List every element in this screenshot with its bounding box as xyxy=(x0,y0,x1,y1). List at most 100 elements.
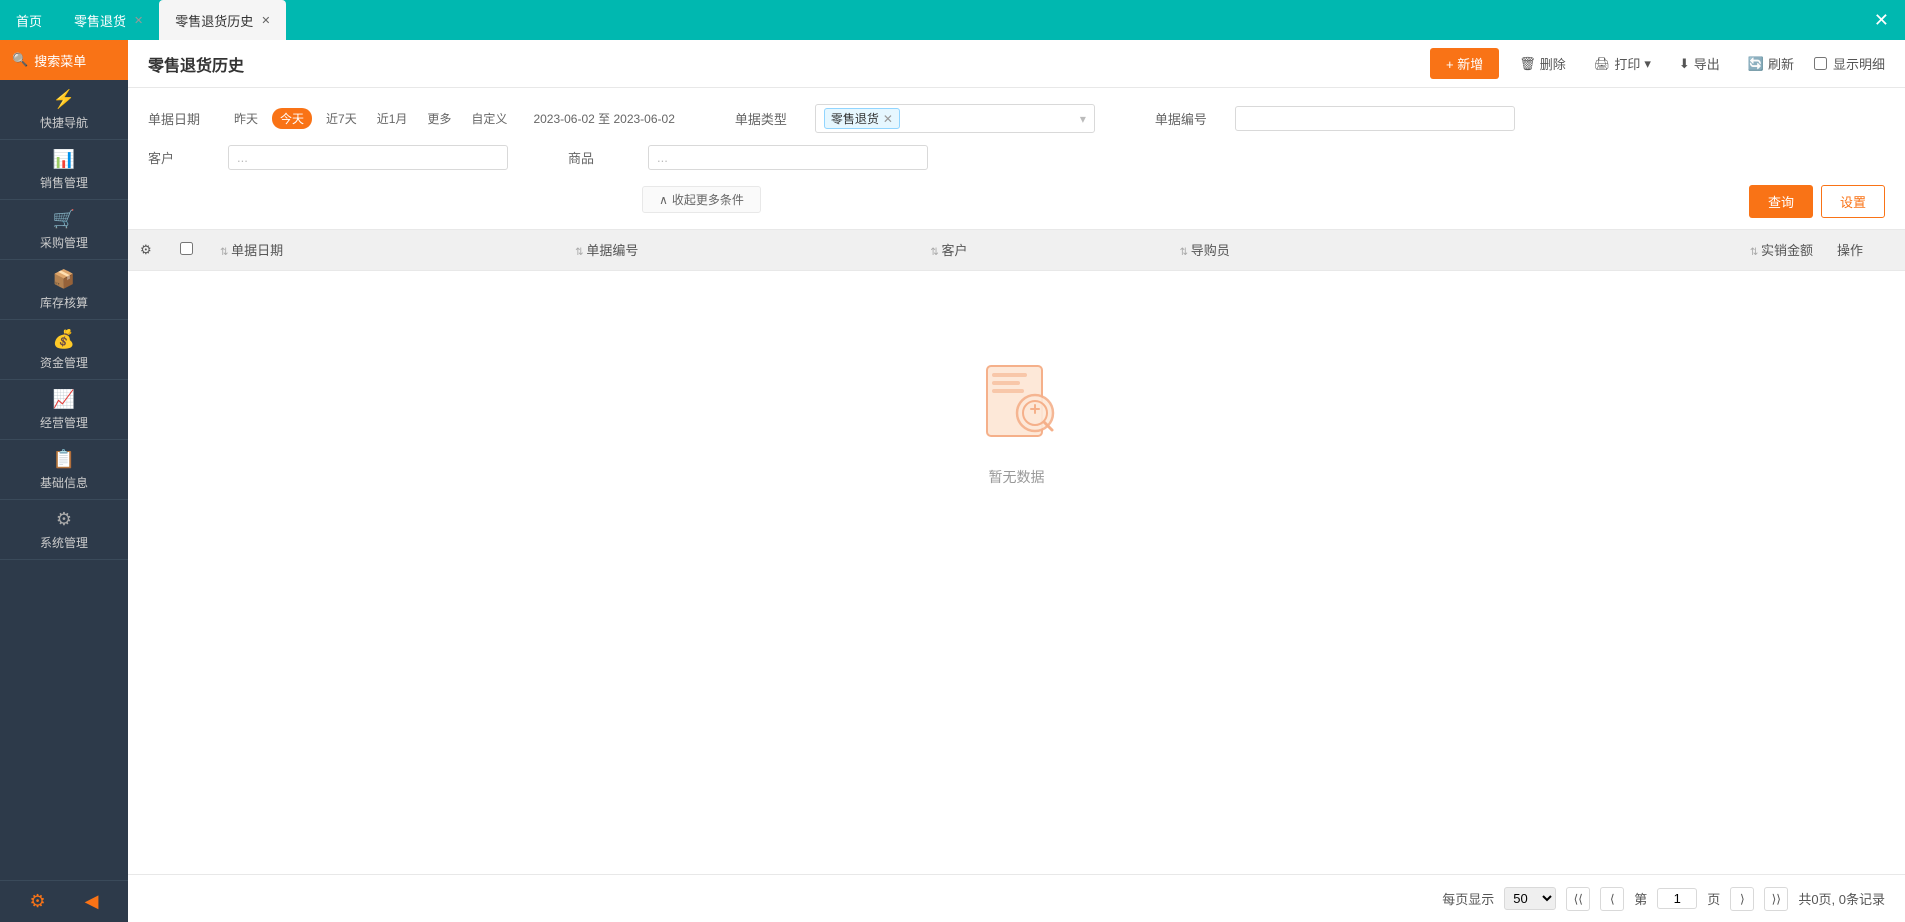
page-number-input[interactable] xyxy=(1657,888,1697,909)
print-dropdown-icon: ▾ xyxy=(1644,56,1651,72)
th-doc-date[interactable]: 单据日期 xyxy=(208,230,563,270)
sidebar-item-finance[interactable]: 💰 资金管理 xyxy=(0,320,128,380)
page-suffix: 页 xyxy=(1707,889,1720,908)
basic-info-icon: 📋 xyxy=(53,449,75,470)
doc-type-tag-close[interactable]: ✕ xyxy=(883,112,893,126)
export-button[interactable]: ⬇ 导出 xyxy=(1671,50,1728,77)
sidebar-item-sales-mgmt-label: 销售管理 xyxy=(40,174,88,191)
th-doc-number[interactable]: 单据编号 xyxy=(563,230,918,270)
doc-type-label: 单据类型 xyxy=(735,109,795,128)
sidebar-item-basic-info[interactable]: 📋 基础信息 xyxy=(0,440,128,500)
table-body: 暂无数据 xyxy=(128,270,1905,567)
main-layout: 🔍 搜索菜单 ⚡ 快捷导航 📊 销售管理 🛒 采购管理 📦 库存核算 💰 资金管… xyxy=(0,40,1905,922)
tab-home-label: 首页 xyxy=(16,11,42,30)
select-all-checkbox[interactable] xyxy=(180,242,193,255)
date-options: 昨天 今天 近7天 近1月 更多 自定义 xyxy=(228,108,513,129)
display-toggle-checkbox[interactable] xyxy=(1814,57,1827,70)
date-option-today[interactable]: 今天 xyxy=(272,108,312,129)
doc-number-input[interactable] xyxy=(1235,106,1515,131)
empty-state-cell: 暂无数据 xyxy=(128,270,1905,567)
last-page-icon: ⟩⟩ xyxy=(1772,892,1781,906)
filter-row-1: 单据日期 昨天 今天 近7天 近1月 更多 自定义 2023-06-02 至 2… xyxy=(148,104,1885,133)
first-page-button[interactable]: ⟨⟨ xyxy=(1566,887,1590,911)
refresh-button[interactable]: 🔄 刷新 xyxy=(1740,50,1802,77)
sales-mgmt-icon: 📊 xyxy=(53,149,75,170)
sidebar-item-purchase-mgmt[interactable]: 🛒 采购管理 xyxy=(0,200,128,260)
data-table: ⚙ 单据日期 单据编号 客户 导购员 实销金额 操作 xyxy=(128,230,1905,567)
th-checkbox[interactable] xyxy=(168,230,208,270)
tab-retail-return-history[interactable]: 零售退货历史 ✕ xyxy=(159,0,286,40)
empty-state: 暂无数据 xyxy=(128,271,1905,567)
sidebar-item-inventory[interactable]: 📦 库存核算 xyxy=(0,260,128,320)
collapse-btn[interactable]: ∧ 收起更多条件 xyxy=(642,186,761,213)
tab-retail-return-history-label: 零售退货历史 xyxy=(175,11,253,30)
tab-home[interactable]: 首页 xyxy=(0,0,58,40)
tab-retail-return-close[interactable]: ✕ xyxy=(134,14,143,27)
collapse-label: 收起更多条件 xyxy=(672,191,744,208)
collapse-sidebar-icon[interactable]: ◀ xyxy=(85,891,99,912)
page-title: 零售退货历史 xyxy=(148,52,1430,76)
filter-row-2: 客户 商品 xyxy=(148,145,1885,170)
sidebar: 🔍 搜索菜单 ⚡ 快捷导航 📊 销售管理 🛒 采购管理 📦 库存核算 💰 资金管… xyxy=(0,40,128,922)
per-page-select[interactable]: 10 20 50 100 xyxy=(1504,887,1556,910)
page-label: 第 xyxy=(1634,889,1647,908)
close-window-button[interactable]: ✕ xyxy=(1858,10,1905,31)
sidebar-search-label: 搜索菜单 xyxy=(34,51,86,70)
th-guide[interactable]: 导购员 xyxy=(1168,230,1470,270)
pagination-bar: 每页显示 10 20 50 100 ⟨⟨ ⟨ 第 页 ⟩ ⟩⟩ 共0页, 0条记… xyxy=(128,874,1905,922)
settings-button[interactable]: 设置 xyxy=(1821,185,1885,218)
operation-icon: 📈 xyxy=(53,389,75,410)
th-customer[interactable]: 客户 xyxy=(918,230,1167,270)
customer-input[interactable] xyxy=(228,145,508,170)
sidebar-footer: ⚙ ◀ xyxy=(0,880,128,922)
sidebar-item-operation-label: 经营管理 xyxy=(40,414,88,431)
sidebar-item-finance-label: 资金管理 xyxy=(40,354,88,371)
delete-icon: 🗑 xyxy=(1519,56,1536,72)
header-actions: + 新增 🗑 删除 🖨 打印 ▾ ⬇ 导出 🔄 刷新 xyxy=(1430,48,1885,79)
date-option-custom[interactable]: 自定义 xyxy=(465,108,513,129)
sidebar-search-bar[interactable]: 🔍 搜索菜单 xyxy=(0,40,128,80)
sidebar-item-quick-nav-label: 快捷导航 xyxy=(40,114,88,131)
filter-area: 单据日期 昨天 今天 近7天 近1月 更多 自定义 2023-06-02 至 2… xyxy=(128,88,1905,230)
print-button[interactable]: 🖨 打印 ▾ xyxy=(1586,50,1659,77)
doc-type-dropdown-icon[interactable]: ▾ xyxy=(1080,112,1086,126)
sidebar-item-operation[interactable]: 📈 经营管理 xyxy=(0,380,128,440)
prev-page-button[interactable]: ⟨ xyxy=(1600,887,1624,911)
query-button[interactable]: 查询 xyxy=(1749,185,1813,218)
export-icon: ⬇ xyxy=(1679,56,1690,72)
date-option-more[interactable]: 更多 xyxy=(421,108,457,129)
sidebar-item-sales-mgmt[interactable]: 📊 销售管理 xyxy=(0,140,128,200)
goods-label: 商品 xyxy=(568,148,628,167)
last-page-button[interactable]: ⟩⟩ xyxy=(1764,887,1788,911)
export-label: 导出 xyxy=(1694,54,1720,73)
tab-retail-return[interactable]: 零售退货 ✕ xyxy=(58,0,159,40)
content-area: 零售退货历史 + 新增 🗑 删除 🖨 打印 ▾ ⬇ 导出 🔄 xyxy=(128,40,1905,922)
goods-input[interactable] xyxy=(648,145,928,170)
delete-label: 删除 xyxy=(1540,54,1566,73)
doc-type-tag-label: 零售退货 xyxy=(831,110,879,127)
add-button[interactable]: + 新增 xyxy=(1430,48,1499,79)
print-icon: 🖨 xyxy=(1594,56,1611,72)
th-settings[interactable]: ⚙ xyxy=(128,230,168,270)
doc-type-container[interactable]: 零售退货 ✕ ▾ xyxy=(815,104,1095,133)
sidebar-item-quick-nav[interactable]: ⚡ 快捷导航 xyxy=(0,80,128,140)
finance-icon: 💰 xyxy=(53,329,75,350)
refresh-label: 刷新 xyxy=(1768,54,1794,73)
date-option-7days[interactable]: 近7天 xyxy=(320,108,363,129)
th-amount[interactable]: 实销金额 xyxy=(1470,230,1825,270)
next-page-icon: ⟩ xyxy=(1740,892,1745,906)
settings-footer-icon[interactable]: ⚙ xyxy=(30,891,46,912)
sidebar-item-basic-info-label: 基础信息 xyxy=(40,474,88,491)
next-page-button[interactable]: ⟩ xyxy=(1730,887,1754,911)
empty-icon xyxy=(967,351,1067,451)
inventory-icon: 📦 xyxy=(53,269,75,290)
filter-row-3: ∧ 收起更多条件 查询 设置 xyxy=(148,182,1885,221)
tab-retail-return-label: 零售退货 xyxy=(74,11,126,30)
collapse-icon: ∧ xyxy=(659,193,668,207)
purchase-mgmt-icon: 🛒 xyxy=(53,209,75,230)
tab-retail-return-history-close[interactable]: ✕ xyxy=(261,14,270,27)
sidebar-item-sys-mgmt[interactable]: ⚙ 系统管理 xyxy=(0,500,128,560)
date-option-yesterday[interactable]: 昨天 xyxy=(228,108,264,129)
date-option-1month[interactable]: 近1月 xyxy=(371,108,414,129)
delete-button[interactable]: 🗑 删除 xyxy=(1511,50,1574,77)
